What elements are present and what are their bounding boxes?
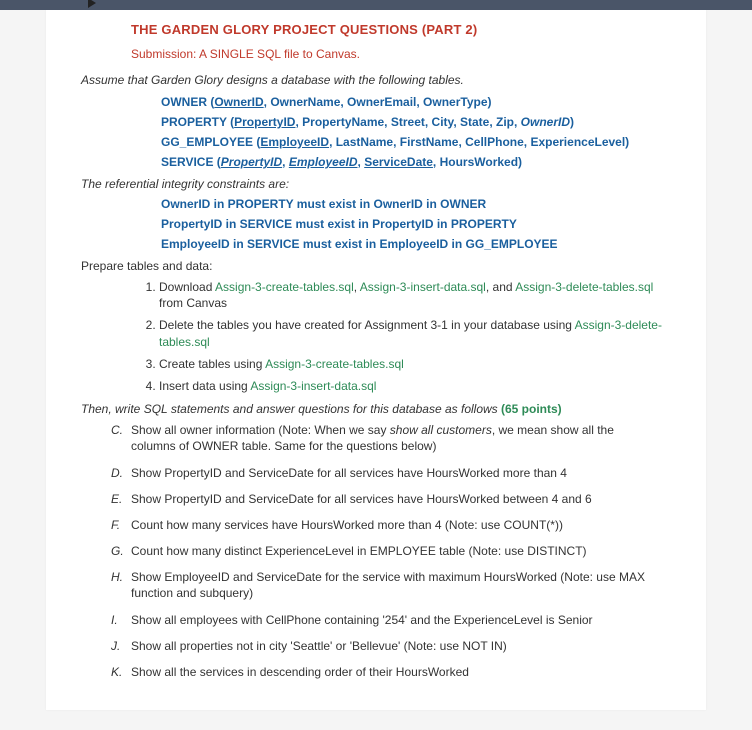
then-body: Then, write SQL statements and answer qu… — [81, 402, 501, 416]
assume-text: Assume that Garden Glory designs a datab… — [81, 73, 666, 87]
question-text: Count how many services have HoursWorked… — [131, 517, 666, 533]
schema-text: , — [282, 155, 289, 169]
schema-owner: OWNER (OwnerID, OwnerName, OwnerEmail, O… — [161, 95, 666, 109]
step-item: Download Assign-3-create-tables.sql, Ass… — [159, 279, 666, 311]
schema-text: ) — [570, 115, 574, 129]
schema-pk: ServiceDate — [364, 155, 433, 169]
question-text: Show PropertyID and ServiceDate for all … — [131, 465, 666, 481]
schema-pk: EmployeeID — [289, 155, 358, 169]
question-list: C. Show all owner information (Note: Whe… — [81, 422, 666, 680]
file-link: Assign-3-insert-data.sql — [250, 379, 376, 393]
question-item: I. Show all employees with CellPhone con… — [81, 612, 666, 628]
ref-constraint: EmployeeID in SERVICE must exist in Empl… — [161, 237, 666, 251]
step-item: Create tables using Assign-3-create-tabl… — [159, 356, 666, 372]
then-text: Then, write SQL statements and answer qu… — [81, 402, 666, 416]
file-link: Assign-3-create-tables.sql — [215, 280, 354, 294]
file-link: Assign-3-create-tables.sql — [265, 357, 404, 371]
question-label: H. — [81, 569, 131, 601]
schema-pk: PropertyID — [234, 115, 295, 129]
question-label: D. — [81, 465, 131, 481]
schema-property: PROPERTY (PropertyID, PropertyName, Stre… — [161, 115, 666, 129]
submission-note: Submission: A SINGLE SQL file to Canvas. — [131, 47, 666, 61]
question-text: Show PropertyID and ServiceDate for all … — [131, 491, 666, 507]
step-text: Insert data using — [159, 379, 250, 393]
step-text: Create tables using — [159, 357, 265, 371]
file-link: Assign-3-insert-data.sql — [360, 280, 486, 294]
step-item: Insert data using Assign-3-insert-data.s… — [159, 378, 666, 394]
viewer-background: THE GARDEN GLORY PROJECT QUESTIONS (PART… — [0, 10, 752, 730]
schema-text: OWNER ( — [161, 95, 214, 109]
step-text: , and — [486, 280, 515, 294]
ref-heading: The referential integrity constraints ar… — [81, 177, 666, 191]
schema-pk: PropertyID — [221, 155, 282, 169]
step-item: Delete the tables you have created for A… — [159, 317, 666, 349]
file-link: Assign-3-delete-tables.sql — [515, 280, 653, 294]
schema-text: , OwnerName, OwnerEmail, OwnerType) — [264, 95, 492, 109]
prepare-heading: Prepare tables and data: — [81, 259, 666, 273]
question-item: G. Count how many distinct ExperienceLev… — [81, 543, 666, 559]
page-title: THE GARDEN GLORY PROJECT QUESTIONS (PART… — [131, 22, 666, 37]
schema-pk: EmployeeID — [260, 135, 329, 149]
question-text: Show EmployeeID and ServiceDate for the … — [131, 569, 666, 601]
schema-fk: OwnerID — [521, 115, 570, 129]
schema-text: , HoursWorked) — [433, 155, 522, 169]
question-text: Count how many distinct ExperienceLevel … — [131, 543, 666, 559]
question-item: E. Show PropertyID and ServiceDate for a… — [81, 491, 666, 507]
schema-pk: OwnerID — [214, 95, 263, 109]
question-text: Show all owner information (Note: When w… — [131, 422, 666, 454]
schema-service: SERVICE (PropertyID, EmployeeID, Service… — [161, 155, 666, 169]
q-text: Show all owner information (Note: When w… — [131, 423, 390, 437]
question-label: G. — [81, 543, 131, 559]
schema-employee: GG_EMPLOYEE (EmployeeID, LastName, First… — [161, 135, 666, 149]
question-label: K. — [81, 664, 131, 680]
schema-text: SERVICE ( — [161, 155, 221, 169]
schema-text: PROPERTY ( — [161, 115, 234, 129]
question-label: I. — [81, 612, 131, 628]
schema-text: GG_EMPLOYEE ( — [161, 135, 260, 149]
question-item: H. Show EmployeeID and ServiceDate for t… — [81, 569, 666, 601]
step-text: Download — [159, 280, 215, 294]
question-text: Show all the services in descending orde… — [131, 664, 666, 680]
question-label: C. — [81, 422, 131, 454]
schema-text: , PropertyName, Street, City, State, Zip… — [295, 115, 520, 129]
play-icon — [88, 0, 96, 8]
q-em: show all customers — [390, 423, 492, 437]
question-item: K. Show all the services in descending o… — [81, 664, 666, 680]
points-label: (65 points) — [501, 402, 562, 416]
step-text: Delete the tables you have created for A… — [159, 318, 575, 332]
top-toolbar — [0, 0, 752, 10]
schema-text: , LastName, FirstName, CellPhone, Experi… — [329, 135, 629, 149]
steps-list: Download Assign-3-create-tables.sql, Ass… — [141, 279, 666, 394]
question-item: F. Count how many services have HoursWor… — [81, 517, 666, 533]
question-label: E. — [81, 491, 131, 507]
ref-constraint: OwnerID in PROPERTY must exist in OwnerI… — [161, 197, 666, 211]
document-page: THE GARDEN GLORY PROJECT QUESTIONS (PART… — [46, 10, 706, 710]
question-text: Show all employees with CellPhone contai… — [131, 612, 666, 628]
question-item: D. Show PropertyID and ServiceDate for a… — [81, 465, 666, 481]
ref-constraint: PropertyID in SERVICE must exist in Prop… — [161, 217, 666, 231]
question-label: F. — [81, 517, 131, 533]
step-text: from Canvas — [159, 296, 227, 310]
question-item: C. Show all owner information (Note: Whe… — [81, 422, 666, 454]
